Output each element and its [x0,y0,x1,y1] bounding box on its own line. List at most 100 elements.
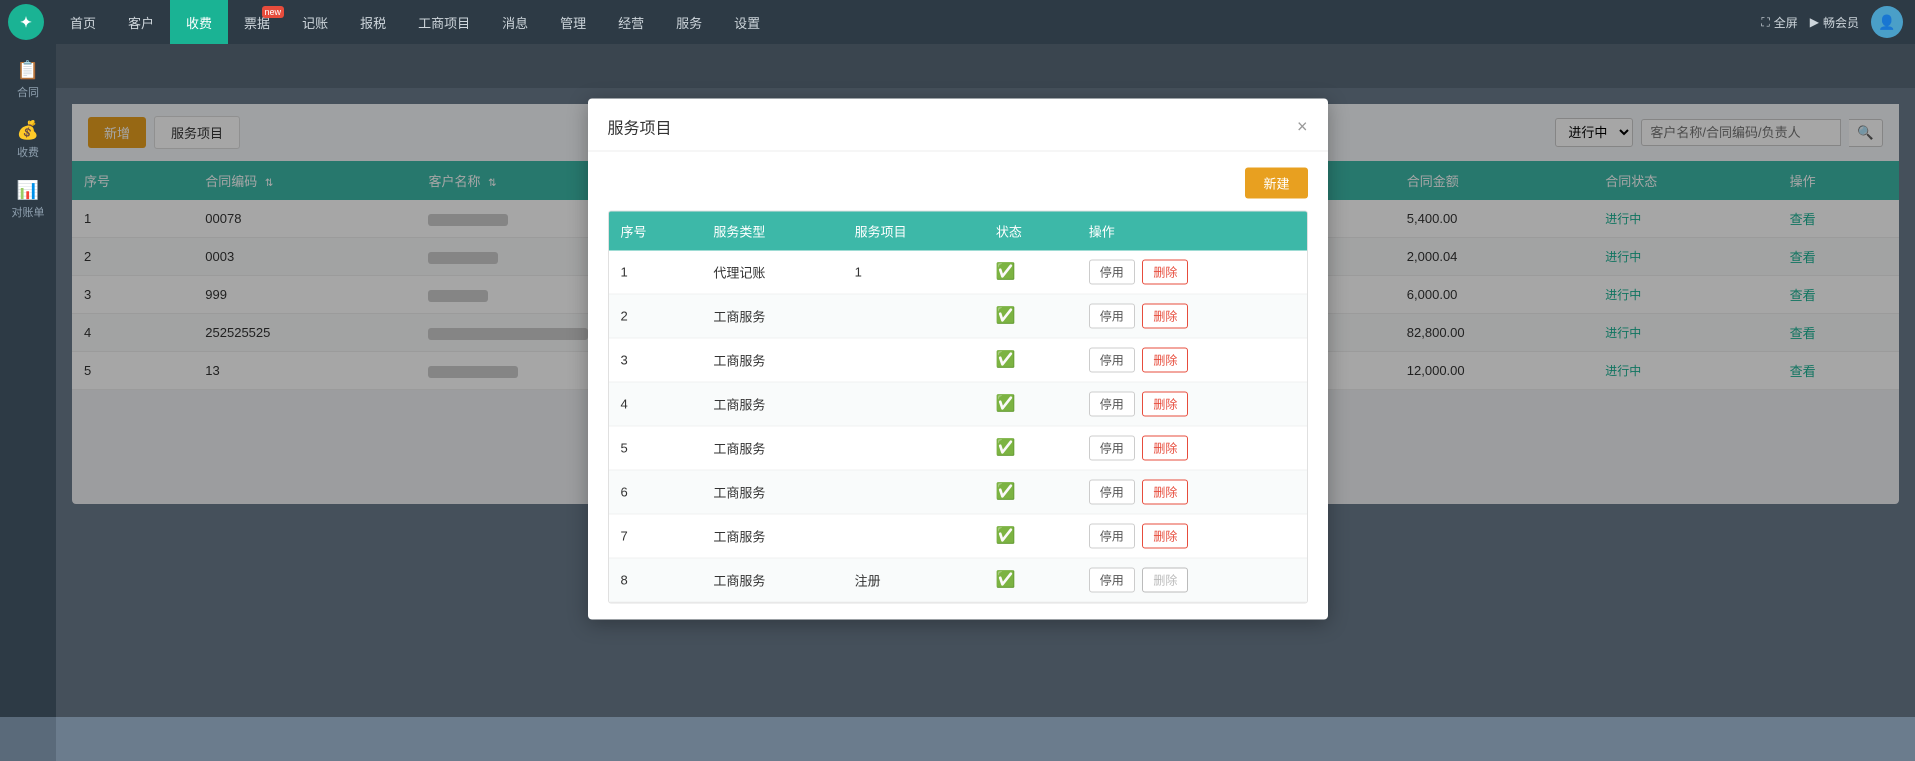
fee-icon: 💰 [18,120,38,140]
modal-cell-action: 停用 删除 [1077,470,1307,514]
modal-col-status: 状态 [984,211,1077,250]
modal-cell-seq: 2 [609,294,702,338]
modal-cell-type: 代理记账 [701,250,842,294]
delete-button[interactable]: 删除 [1142,435,1188,460]
nav-invoice[interactable]: 票据 new [228,0,286,44]
nav-bookkeeping[interactable]: 记账 [286,0,344,44]
modal-cell-status: ✅ [984,558,1077,602]
delete-button[interactable]: 删除 [1142,523,1188,548]
modal-cell-item: 注册 [843,558,984,602]
modal-cell-type: 工商服务 [701,294,842,338]
app-logo: ✦ [8,4,44,40]
modal-cell-item [843,426,984,470]
modal-cell-status: ✅ [984,250,1077,294]
modal-table-row: 8 工商服务 注册 ✅ 停用 删除 [609,558,1307,602]
stop-button[interactable]: 停用 [1089,435,1135,460]
modal-cell-action: 停用 删除 [1077,382,1307,426]
delete-button[interactable]: 删除 [1142,567,1188,592]
modal-service-table: 序号 服务类型 服务项目 状态 操作 1 代理记账 1 ✅ 停用 [609,211,1307,602]
top-nav: ✦ 首页 客户 收费 票据 new 记账 报税 工商项目 消息 管理 经营 服务… [0,0,1915,44]
delete-button[interactable]: 删除 [1142,303,1188,328]
delete-button[interactable]: 删除 [1142,259,1188,284]
member-button[interactable]: ▶ 畅会员 [1810,14,1859,31]
modal-cell-item [843,514,984,558]
modal-table-row: 5 工商服务 ✅ 停用 删除 [609,426,1307,470]
modal-cell-seq: 7 [609,514,702,558]
nav-manage[interactable]: 管理 [544,0,602,44]
modal-cell-seq: 4 [609,382,702,426]
modal-cell-type: 工商服务 [701,514,842,558]
stop-button[interactable]: 停用 [1089,347,1135,372]
nav-fee[interactable]: 收费 [170,0,228,44]
delete-button[interactable]: 删除 [1142,479,1188,504]
nav-settings[interactable]: 设置 [718,0,776,44]
modal-table-row: 4 工商服务 ✅ 停用 删除 [609,382,1307,426]
nav-invoice-badge: new [262,6,285,18]
modal-cell-status: ✅ [984,470,1077,514]
modal-col-item: 服务项目 [843,211,984,250]
modal-cell-type: 工商服务 [701,470,842,514]
reconciliation-icon: 📊 [18,180,38,200]
nav-business[interactable]: 经营 [602,0,660,44]
modal-cell-status: ✅ [984,338,1077,382]
nav-tax[interactable]: 报税 [344,0,402,44]
modal-table-row: 1 代理记账 1 ✅ 停用 删除 [609,250,1307,294]
nav-right: ⛶ 全屏 ▶ 畅会员 👤 [1761,6,1915,38]
modal-cell-seq: 5 [609,426,702,470]
modal-cell-action: 停用 删除 [1077,250,1307,294]
contract-icon: 📋 [18,60,38,80]
nav-service[interactable]: 服务 [660,0,718,44]
modal-title: 服务项目 [608,114,672,138]
stop-button[interactable]: 停用 [1089,303,1135,328]
sidebar-item-contract[interactable]: 📋 合同 [0,52,56,108]
modal-close-button[interactable]: × [1297,117,1308,135]
modal-new-button[interactable]: 新建 [1245,167,1307,198]
stop-button[interactable]: 停用 [1089,479,1135,504]
modal-table-row: 7 工商服务 ✅ 停用 删除 [609,514,1307,558]
modal-cell-action: 停用 删除 [1077,514,1307,558]
modal-cell-action: 停用 删除 [1077,338,1307,382]
stop-button[interactable]: 停用 [1089,567,1135,592]
modal-cell-type: 工商服务 [701,382,842,426]
modal-cell-item [843,338,984,382]
modal-cell-action: 停用 删除 [1077,426,1307,470]
stop-button[interactable]: 停用 [1089,523,1135,548]
modal-cell-item [843,470,984,514]
modal-table-wrap[interactable]: 序号 服务类型 服务项目 状态 操作 1 代理记账 1 ✅ 停用 [608,210,1308,603]
avatar[interactable]: 👤 [1871,6,1903,38]
stop-button[interactable]: 停用 [1089,391,1135,416]
nav-items: 首页 客户 收费 票据 new 记账 报税 工商项目 消息 管理 经营 服务 设… [54,0,776,44]
fullscreen-button[interactable]: ⛶ 全屏 [1761,14,1797,31]
sidebar: 📋 合同 💰 收费 📊 对账单 [0,44,56,717]
modal-cell-type: 工商服务 [701,426,842,470]
modal-cell-action: 停用 删除 [1077,294,1307,338]
stop-button[interactable]: 停用 [1089,259,1135,284]
delete-button[interactable]: 删除 [1142,391,1188,416]
modal-cell-item [843,294,984,338]
nav-customer[interactable]: 客户 [112,0,170,44]
modal-cell-action: 停用 删除 [1077,558,1307,602]
modal-cell-status: ✅ [984,514,1077,558]
modal-table-row: 3 工商服务 ✅ 停用 删除 [609,338,1307,382]
modal-table-row: 2 工商服务 ✅ 停用 删除 [609,294,1307,338]
modal-col-action: 操作 [1077,211,1307,250]
nav-industrial[interactable]: 工商项目 [402,0,486,44]
modal-cell-type: 工商服务 [701,558,842,602]
modal-cell-seq: 6 [609,470,702,514]
delete-button[interactable]: 删除 [1142,347,1188,372]
modal-cell-item [843,382,984,426]
service-items-modal: 服务项目 × 新建 序号 服务类型 服务项目 状态 操作 1 [588,98,1328,619]
modal-header: 服务项目 × [588,98,1328,151]
video-icon: ▶ [1810,15,1819,29]
nav-home[interactable]: 首页 [54,0,112,44]
modal-cell-status: ✅ [984,294,1077,338]
modal-cell-item: 1 [843,250,984,294]
sidebar-item-reconciliation[interactable]: 📊 对账单 [0,172,56,228]
fullscreen-icon: ⛶ [1761,15,1769,30]
sidebar-item-fee[interactable]: 💰 收费 [0,112,56,168]
modal-cell-seq: 8 [609,558,702,602]
nav-message[interactable]: 消息 [486,0,544,44]
modal-body: 新建 序号 服务类型 服务项目 状态 操作 1 代理记账 [588,151,1328,619]
modal-cell-status: ✅ [984,426,1077,470]
modal-toolbar: 新建 [608,167,1308,198]
